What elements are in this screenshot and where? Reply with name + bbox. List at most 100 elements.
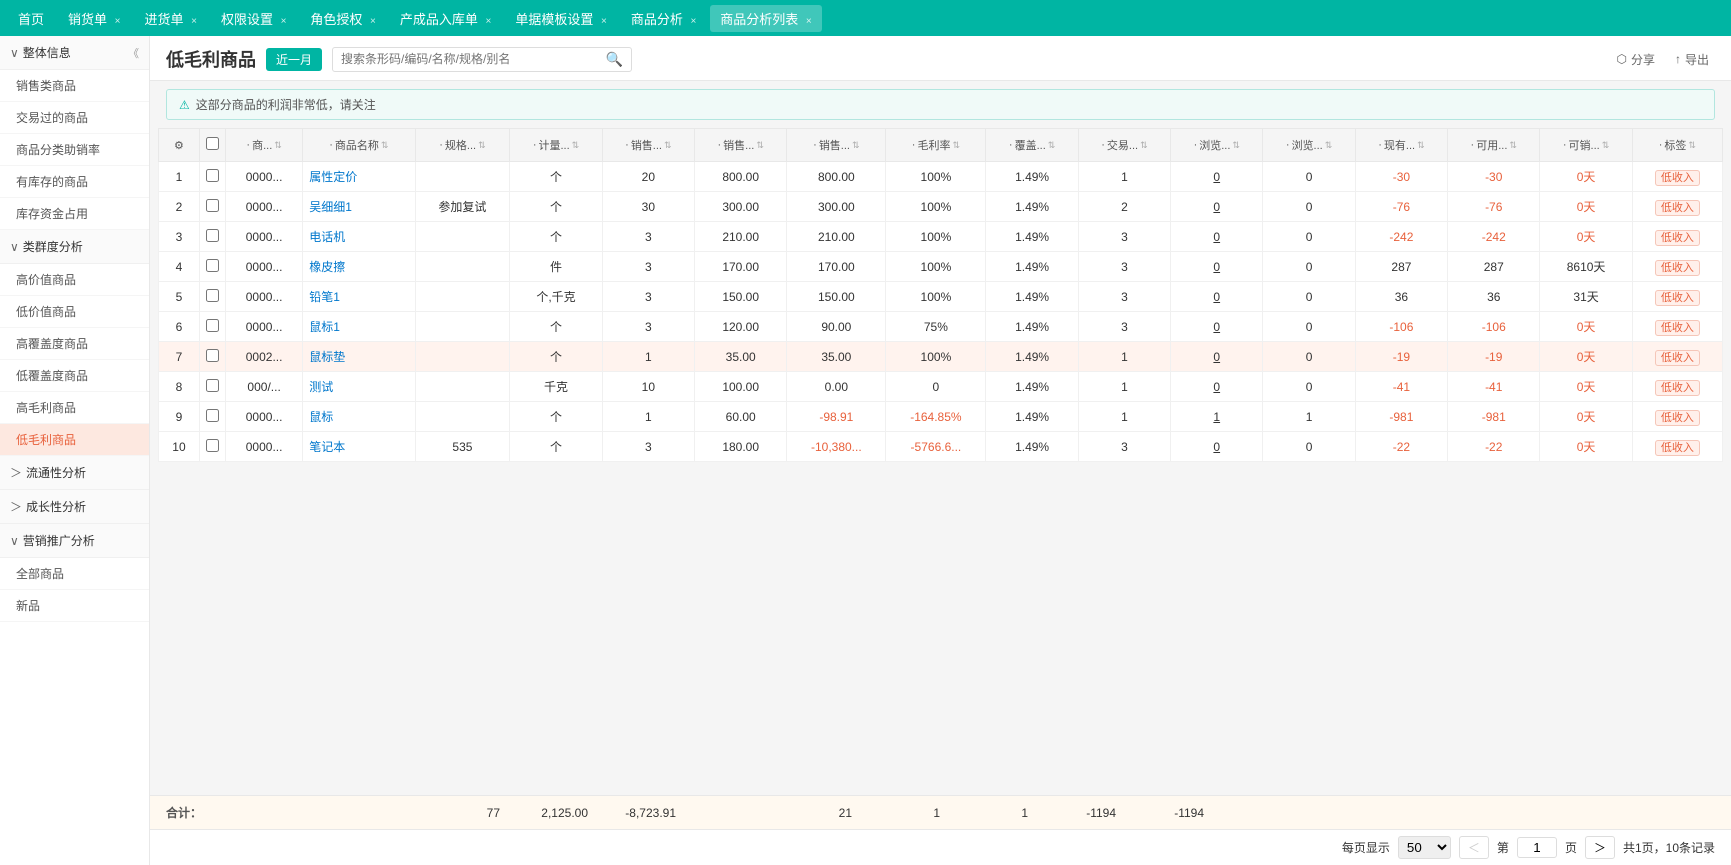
col-name[interactable]: ·商品名称⇅ xyxy=(303,129,415,162)
col-unit[interactable]: ·计量...⇅ xyxy=(510,129,602,162)
nav-close-product[interactable]: × xyxy=(486,16,492,27)
row-tag-9: 低收入 xyxy=(1632,402,1722,432)
sidebar-item-high-margin[interactable]: 高毛利商品 xyxy=(0,392,149,424)
nav-sales-order[interactable]: 销货单 × xyxy=(58,5,130,32)
sidebar-group-growth[interactable]: ＞ 成长性分析 xyxy=(0,490,149,524)
row-name-1[interactable]: 属性定价 xyxy=(303,162,415,192)
nav-permission[interactable]: 权限设置 × xyxy=(211,5,296,32)
sidebar-item-high-coverage[interactable]: 高覆盖度商品 xyxy=(0,328,149,360)
col-trade[interactable]: ·交易...⇅ xyxy=(1078,129,1170,162)
row-checkbox-2[interactable] xyxy=(199,192,225,222)
nav-role-auth[interactable]: 角色授权 × xyxy=(300,5,385,32)
col-sales-price[interactable]: ·销售...⇅ xyxy=(695,129,787,162)
page-input[interactable] xyxy=(1517,837,1557,858)
sidebar-item-new-products[interactable]: 新品 xyxy=(0,590,149,622)
per-page-select[interactable]: 50 20 100 xyxy=(1398,836,1451,859)
sidebar-group-marketing[interactable]: ∨ 营销推广分析 xyxy=(0,524,149,558)
export-button[interactable]: ↑ 导出 xyxy=(1669,48,1715,71)
select-all-checkbox[interactable] xyxy=(206,137,219,150)
sidebar-item-all-products[interactable]: 全部商品 xyxy=(0,558,149,590)
next-page-button[interactable]: ＞ xyxy=(1585,836,1615,859)
row-checkbox-9[interactable] xyxy=(199,402,225,432)
col-sellable[interactable]: ·可销...⇅ xyxy=(1540,129,1632,162)
row-name-6[interactable]: 鼠标1 xyxy=(303,312,415,342)
nav-product-analysis[interactable]: 商品分析 × xyxy=(621,5,706,32)
settings-icon[interactable]: ⚙ xyxy=(174,140,184,152)
nav-close-template[interactable]: × xyxy=(601,16,607,27)
sidebar-group-cluster[interactable]: ∨ 类群度分析 xyxy=(0,230,149,264)
sidebar-group-overall[interactable]: ∨ 整体信息 《 xyxy=(0,36,149,70)
prev-page-button[interactable]: ＜ xyxy=(1459,836,1489,859)
col-coverage[interactable]: ·覆盖...⇅ xyxy=(986,129,1078,162)
row-view1-5[interactable]: 0 xyxy=(1171,282,1263,312)
row-checkbox-5[interactable] xyxy=(199,282,225,312)
row-view1-7[interactable]: 0 xyxy=(1171,342,1263,372)
col-available[interactable]: ·可用...⇅ xyxy=(1448,129,1540,162)
date-filter-button[interactable]: 近一月 xyxy=(266,48,322,71)
search-icon[interactable]: 🔍 xyxy=(606,51,623,68)
nav-close-role[interactable]: × xyxy=(370,16,376,27)
sidebar-item-low-coverage[interactable]: 低覆盖度商品 xyxy=(0,360,149,392)
sidebar-item-stock-capital[interactable]: 库存资金占用 xyxy=(0,198,149,230)
row-checkbox-7[interactable] xyxy=(199,342,225,372)
row-view1-1[interactable]: 0 xyxy=(1171,162,1263,192)
row-checkbox-6[interactable] xyxy=(199,312,225,342)
sidebar-item-traded-products[interactable]: 交易过的商品 xyxy=(0,102,149,134)
sidebar-group-flow[interactable]: ＞ 流通性分析 xyxy=(0,456,149,490)
col-tag[interactable]: ·标签⇅ xyxy=(1632,129,1722,162)
col-spec[interactable]: ·规格...⇅ xyxy=(415,129,510,162)
row-view1-8[interactable]: 0 xyxy=(1171,372,1263,402)
tag-badge: 低收入 xyxy=(1655,380,1700,396)
col-code[interactable]: ·商...⇅ xyxy=(225,129,302,162)
sidebar-item-category-sales[interactable]: 商品分类助销率 xyxy=(0,134,149,166)
row-checkbox-1[interactable] xyxy=(199,162,225,192)
nav-close-purchase[interactable]: × xyxy=(191,16,197,27)
row-view1-6[interactable]: 0 xyxy=(1171,312,1263,342)
sidebar-item-low-value[interactable]: 低价值商品 xyxy=(0,296,149,328)
row-name-5[interactable]: 铅笔1 xyxy=(303,282,415,312)
nav-product-analysis-list[interactable]: 商品分析列表 × xyxy=(710,5,821,32)
row-view1-9[interactable]: 1 xyxy=(1171,402,1263,432)
row-name-4[interactable]: 橡皮擦 xyxy=(303,252,415,282)
nav-close-permission[interactable]: × xyxy=(281,16,287,27)
sort-salesprice-icon: ⇅ xyxy=(756,140,764,151)
nav-close-analysis-list[interactable]: × xyxy=(806,16,812,27)
col-sales-qty[interactable]: ·销售...⇅ xyxy=(602,129,694,162)
row-view1-4[interactable]: 0 xyxy=(1171,252,1263,282)
col-view1[interactable]: ·浏览...⇅ xyxy=(1171,129,1263,162)
share-button[interactable]: ⬡ 分享 xyxy=(1610,48,1661,71)
nav-home[interactable]: 首页 xyxy=(8,5,54,32)
row-checkbox-8[interactable] xyxy=(199,372,225,402)
sidebar-item-sales-products[interactable]: 销售类商品 xyxy=(0,70,149,102)
search-input[interactable] xyxy=(341,52,606,66)
row-view1-2[interactable]: 0 xyxy=(1171,192,1263,222)
nav-close-analysis[interactable]: × xyxy=(690,16,696,27)
row-checkbox-3[interactable] xyxy=(199,222,225,252)
row-view1-3[interactable]: 0 xyxy=(1171,222,1263,252)
col-current[interactable]: ·现有...⇅ xyxy=(1355,129,1447,162)
sidebar-item-low-margin[interactable]: 低毛利商品 xyxy=(0,424,149,456)
row-name-2[interactable]: 吴细细1 xyxy=(303,192,415,222)
sidebar-item-stocked-products[interactable]: 有库存的商品 xyxy=(0,166,149,198)
row-available-10: -22 xyxy=(1448,432,1540,462)
nav-purchase-order[interactable]: 进货单 × xyxy=(134,5,206,32)
sidebar-item-high-value[interactable]: 高价值商品 xyxy=(0,264,149,296)
row-view1-10[interactable]: 0 xyxy=(1171,432,1263,462)
row-name-10[interactable]: 笔记本 xyxy=(303,432,415,462)
collapse-icon[interactable]: 《 xyxy=(128,45,139,61)
row-name-3[interactable]: 电话机 xyxy=(303,222,415,252)
nav-close-sales[interactable]: × xyxy=(115,16,121,27)
col-settings[interactable]: ⚙ xyxy=(159,129,200,162)
nav-product-inbound[interactable]: 产成品入库单 × xyxy=(390,5,501,32)
row-name-7[interactable]: 鼠标垫 xyxy=(303,342,415,372)
row-checkbox-4[interactable] xyxy=(199,252,225,282)
col-sales-profit[interactable]: ·销售...⇅ xyxy=(787,129,886,162)
col-view2[interactable]: ·浏览...⇅ xyxy=(1263,129,1355,162)
row-current-1: -30 xyxy=(1355,162,1447,192)
nav-template-setting[interactable]: 单据模板设置 × xyxy=(505,5,616,32)
row-name-8[interactable]: 测试 xyxy=(303,372,415,402)
row-checkbox-10[interactable] xyxy=(199,432,225,462)
col-gross-margin[interactable]: ·毛利率⇅ xyxy=(886,129,986,162)
row-trade-9: 1 xyxy=(1078,402,1170,432)
row-name-9[interactable]: 鼠标 xyxy=(303,402,415,432)
